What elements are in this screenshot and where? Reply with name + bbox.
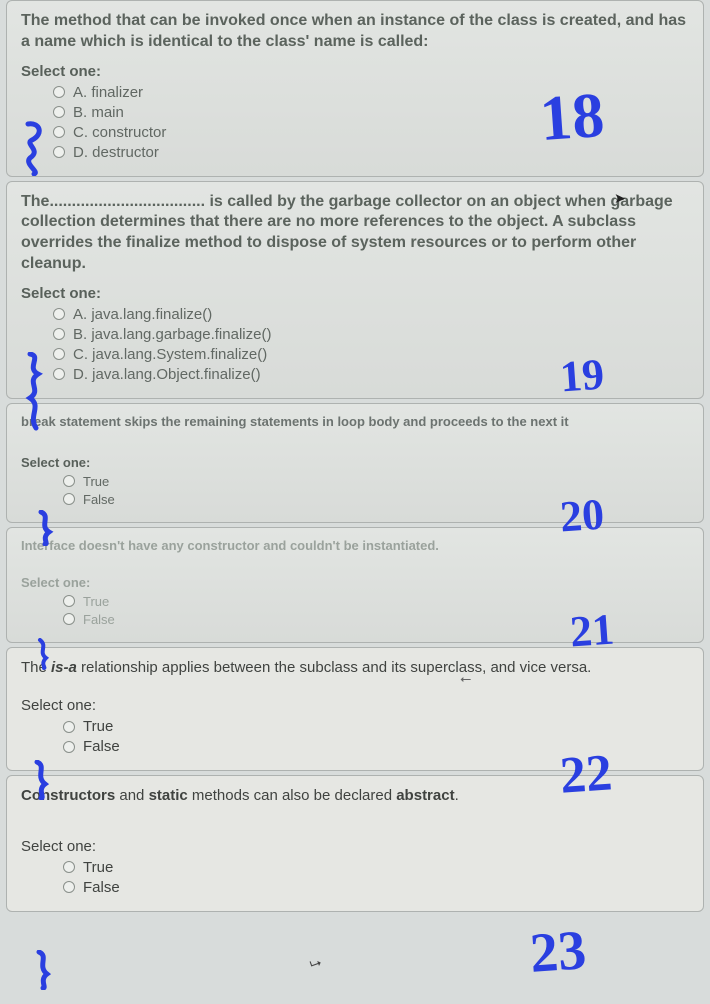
- option-false[interactable]: False: [53, 492, 689, 507]
- option-d[interactable]: D. destructor: [53, 144, 689, 161]
- radio-icon: [53, 86, 65, 98]
- handwritten-annotation-23: 23: [528, 918, 588, 986]
- radio-icon: [63, 595, 75, 607]
- options-list: True False: [21, 718, 689, 755]
- pen-scribble-icon: [30, 950, 56, 990]
- radio-icon: [63, 861, 75, 873]
- select-one-prompt: Select one:: [21, 455, 689, 470]
- radio-icon: [53, 146, 65, 158]
- option-b[interactable]: B. java.lang.garbage.finalize(): [53, 326, 689, 343]
- radio-icon: [53, 106, 65, 118]
- radio-icon: [63, 881, 75, 893]
- question-text: The method that can be invoked once when…: [21, 11, 689, 53]
- question-21: Interface doesn't have any constructor a…: [6, 527, 704, 643]
- option-a[interactable]: A. finalizer: [53, 84, 689, 101]
- question-text: Constructors and static methods can also…: [21, 786, 689, 806]
- question-text: The................................... i…: [21, 192, 689, 275]
- option-c[interactable]: C. java.lang.System.finalize(): [53, 346, 689, 363]
- radio-icon: [63, 741, 75, 753]
- options-list: A. java.lang.finalize() B. java.lang.gar…: [21, 306, 689, 383]
- option-false[interactable]: False: [53, 612, 689, 627]
- select-one-prompt: Select one:: [21, 838, 689, 855]
- option-b[interactable]: B. main: [53, 104, 689, 121]
- option-true[interactable]: True: [53, 594, 689, 609]
- option-true[interactable]: True: [53, 474, 689, 489]
- options-list: A. finalizer B. main C. constructor D. d…: [21, 84, 689, 161]
- question-23: Constructors and static methods can also…: [6, 775, 704, 912]
- question-19: The................................... i…: [6, 181, 704, 399]
- select-one-prompt: Select one:: [21, 285, 689, 302]
- option-false[interactable]: False: [53, 738, 689, 755]
- select-one-prompt: Select one:: [21, 63, 689, 80]
- cursor-icon: ⮡: [307, 954, 323, 974]
- question-18: The method that can be invoked once when…: [6, 0, 704, 177]
- option-true[interactable]: True: [53, 718, 689, 735]
- select-one-prompt: Select one:: [21, 575, 689, 590]
- question-text: break statement skips the remaining stat…: [21, 414, 689, 431]
- option-true[interactable]: True: [53, 859, 689, 876]
- radio-icon: [63, 721, 75, 733]
- radio-icon: [53, 328, 65, 340]
- radio-icon: [53, 308, 65, 320]
- question-text: The is-a relationship applies between th…: [21, 658, 689, 678]
- question-20: break statement skips the remaining stat…: [6, 403, 704, 523]
- options-list: True False: [21, 474, 689, 507]
- option-d[interactable]: D. java.lang.Object.finalize(): [53, 366, 689, 383]
- option-c[interactable]: C. constructor: [53, 124, 689, 141]
- cursor-icon: ⭠: [460, 670, 471, 687]
- radio-icon: [53, 126, 65, 138]
- option-a[interactable]: A. java.lang.finalize(): [53, 306, 689, 323]
- radio-icon: [53, 348, 65, 360]
- select-one-prompt: Select one:: [21, 697, 689, 714]
- radio-icon: [63, 493, 75, 505]
- options-list: True False: [21, 594, 689, 627]
- radio-icon: [63, 475, 75, 487]
- options-list: True False: [21, 859, 689, 896]
- radio-icon: [53, 368, 65, 380]
- option-false[interactable]: False: [53, 879, 689, 896]
- cursor-icon: ➤: [614, 190, 626, 207]
- question-22: The is-a relationship applies between th…: [6, 647, 704, 772]
- radio-icon: [63, 613, 75, 625]
- question-text: Interface doesn't have any constructor a…: [21, 538, 689, 555]
